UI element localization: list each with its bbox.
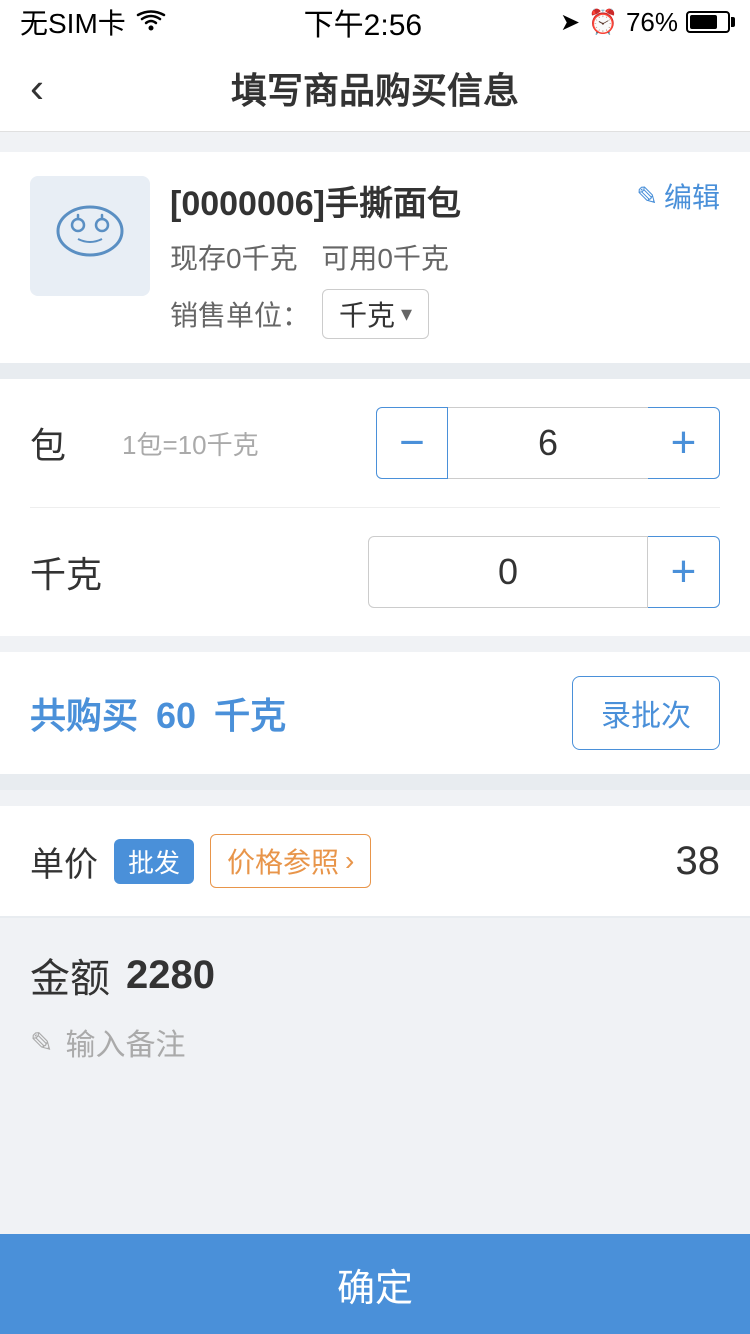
nav-bar: ‹ 填写商品购买信息 [0,44,750,132]
location-icon: ➤ [560,8,580,37]
summary-quantity: 60 [156,695,196,736]
status-carrier: 无SIM卡 [20,2,166,42]
wifi-icon [136,6,166,38]
kg-increment-button[interactable]: + [648,536,720,608]
battery-icon [686,11,730,33]
product-logo [50,201,130,271]
amount-value: 2280 [126,953,215,998]
price-ref-label: 价格参照 [227,841,339,881]
price-value: 38 [676,839,721,884]
batch-button[interactable]: 录批次 [572,676,720,750]
package-increment-button[interactable]: + [648,407,720,479]
unit-select[interactable]: 千克 ▾ [322,289,429,339]
unit-value: 千克 [339,294,395,334]
unit-dropdown-icon: ▾ [401,301,412,327]
status-time: 下午2:56 [304,0,422,44]
stock-text: 现存0千克 [170,243,298,274]
pencil-icon: ✎ [30,1026,53,1059]
package-input[interactable] [448,407,648,479]
confirm-button[interactable]: 确定 [0,1234,750,1334]
edit-label: 编辑 [664,176,720,216]
section-divider-1 [0,363,750,379]
package-label: 包 [30,417,110,469]
edit-button[interactable]: ✎ 编辑 [636,176,720,216]
alarm-icon: ⏰ [588,8,618,37]
section-divider-2 [0,774,750,790]
package-hint: 1包=10千克 [122,425,376,462]
amount-section: 金额 2280 ✎ 输入备注 [0,918,750,1076]
product-image [30,176,150,296]
note-placeholder: 输入备注 [65,1020,185,1064]
price-label: 单价 [30,837,98,886]
plus-icon: + [671,418,697,468]
summary-unit: 千克 [214,695,286,736]
confirm-label: 确定 [337,1257,413,1312]
summary-section: 共购买 60 千克 录批次 [0,652,750,774]
unit-label: 销售单位： [170,294,310,334]
package-stepper: − + [376,407,720,479]
summary-label: 共购买 [30,695,138,736]
kg-stepper: + [368,536,720,608]
kg-label: 千克 [30,546,110,598]
product-card: [0000006]手撕面包 现存0千克 可用0千克 销售单位： 千克 ▾ ✎ 编… [0,152,750,363]
price-tag-batch: 批发 [114,839,194,884]
available-text: 可用0千克 [321,243,449,274]
price-reference-button[interactable]: 价格参照 › [210,834,371,888]
carrier-text: 无SIM卡 [20,2,126,42]
amount-label: 金额 [30,946,110,1004]
package-decrement-button[interactable]: − [376,407,448,479]
summary-text: 共购买 60 千克 [30,687,286,739]
edit-pencil-icon: ✎ [636,181,658,212]
input-section: 包 1包=10千克 − + 千克 + [0,379,750,636]
package-input-row: 包 1包=10千克 − + [30,379,720,508]
kg-input[interactable] [368,536,648,608]
minus-icon: − [399,418,425,468]
page-title: 填写商品购买信息 [231,62,519,114]
back-button[interactable]: ‹ [30,64,44,112]
battery-percentage: 76% [626,7,678,38]
price-section: 单价 批发 价格参照 › 38 [0,806,750,916]
note-row[interactable]: ✎ 输入备注 [30,1020,720,1064]
product-stock: 现存0千克 可用0千克 [170,237,720,277]
status-right-icons: ➤ ⏰ 76% [560,7,730,38]
status-bar: 无SIM卡 下午2:56 ➤ ⏰ 76% [0,0,750,44]
product-unit-row: 销售单位： 千克 ▾ [170,289,720,339]
amount-row: 金额 2280 [30,946,720,1004]
price-ref-arrow-icon: › [345,845,354,877]
kg-input-row: 千克 + [30,508,720,636]
main-content: [0000006]手撕面包 现存0千克 可用0千克 销售单位： 千克 ▾ ✎ 编… [0,152,750,1196]
kg-plus-icon: + [671,547,697,597]
